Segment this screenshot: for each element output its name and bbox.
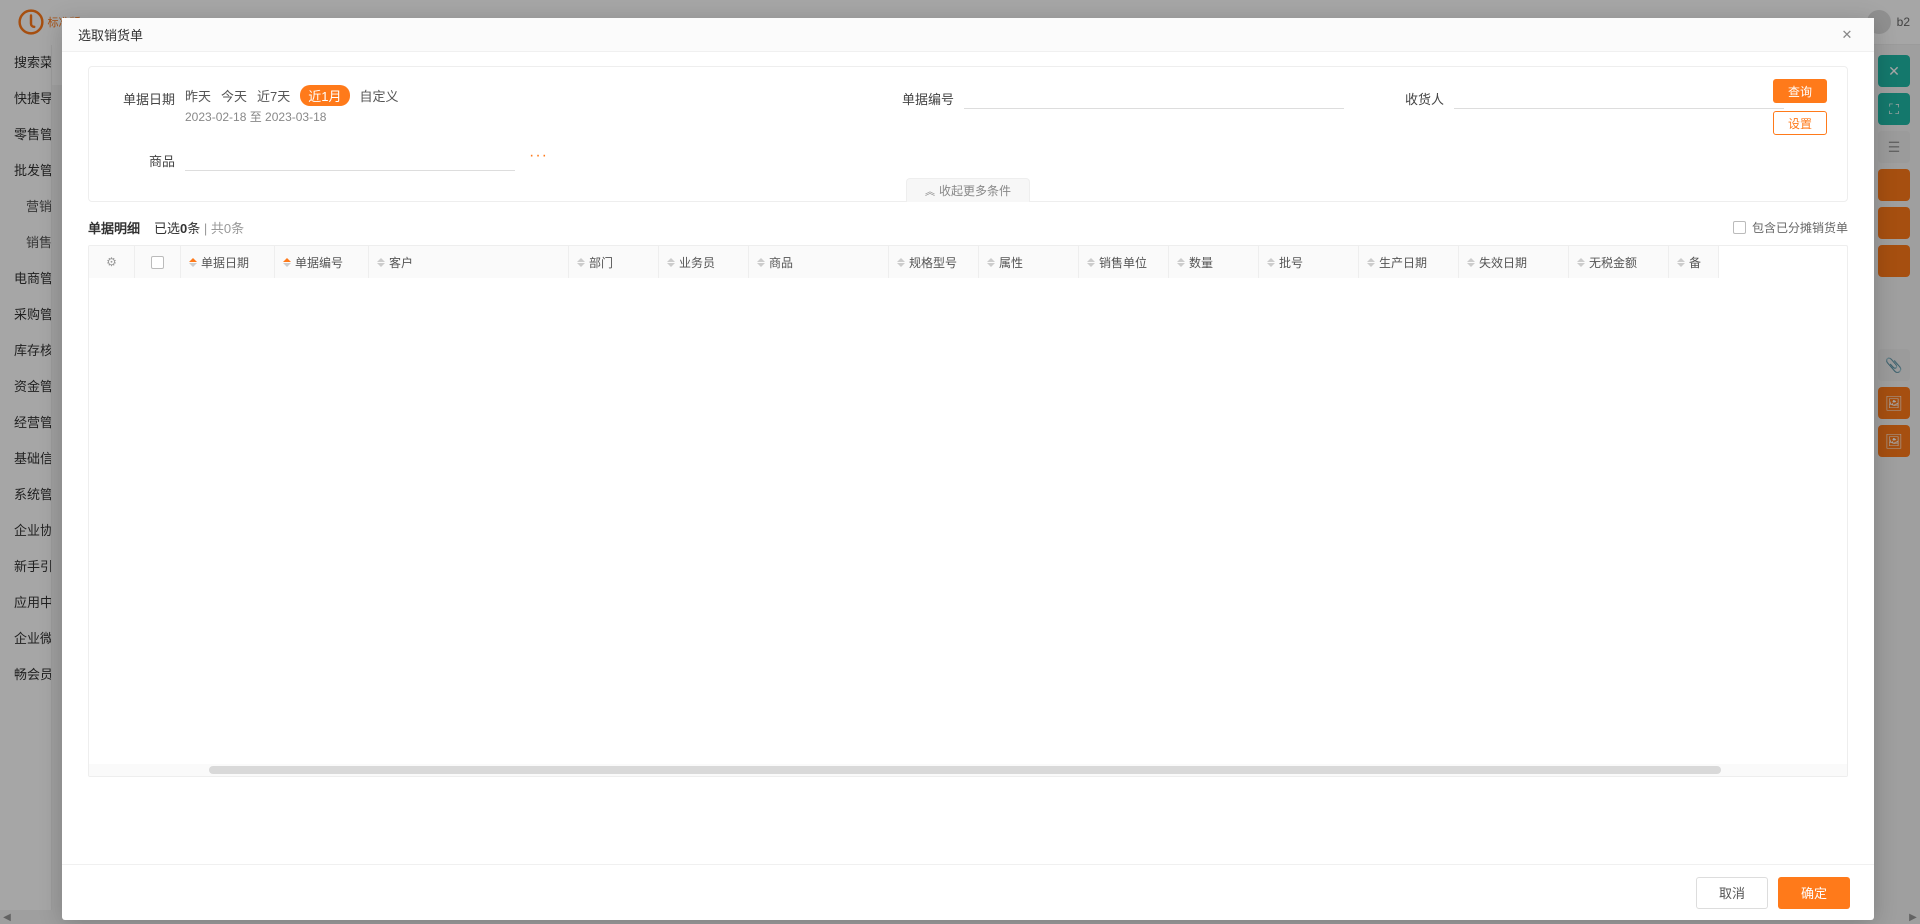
col-notax[interactable]: 无税金额 [1569,246,1669,278]
col-label: 失效日期 [1479,254,1527,271]
col-qty[interactable]: 数量 [1169,246,1259,278]
confirm-button[interactable]: 确定 [1778,877,1850,909]
sort-icon [1467,258,1475,267]
filter-goods-label: 商品 [115,147,175,170]
col-label: 无税金额 [1589,254,1637,271]
filter-date-label: 单据日期 [115,85,175,108]
filter-code-label: 单据编号 [894,85,954,108]
col-label: 部门 [589,254,613,271]
col-cust[interactable]: 客户 [369,246,569,278]
col-label: 备 [1689,254,1701,271]
col-unit[interactable]: 销售单位 [1079,246,1169,278]
gear-icon: ⚙ [106,255,117,269]
col-label: 单据编号 [295,254,343,271]
col-label: 客户 [389,254,413,271]
date-option-4[interactable]: 自定义 [360,86,399,105]
col-goods[interactable]: 商品 [749,246,889,278]
filter-panel: 单据日期 昨天今天近7天近1月自定义 2023-02-18 至 2023-03-… [88,66,1848,202]
cancel-button[interactable]: 取消 [1696,877,1768,909]
checkbox-icon [1733,221,1746,234]
chevron-up-icon: ︽ [925,183,935,198]
receiver-input[interactable] [1454,85,1784,109]
col-label: 生产日期 [1379,254,1427,271]
col-pdate[interactable]: 生产日期 [1359,246,1459,278]
col-label: 销售单位 [1099,254,1147,271]
sort-icon [189,258,197,267]
filter-receiver: 收货人 ··· [1384,85,1821,109]
select-all-checkbox[interactable] [151,256,164,269]
sort-icon [377,258,385,267]
col-label: 单据日期 [201,254,249,271]
table-body-empty [89,278,1847,764]
detail-tab[interactable]: 单据明细 [88,218,140,237]
col-date[interactable]: 单据日期 [181,246,275,278]
collapse-filters-button[interactable]: ︽ 收起更多条件 [906,178,1030,202]
col-dept[interactable]: 部门 [569,246,659,278]
collapse-filters-label: 收起更多条件 [939,182,1011,199]
sort-icon [667,258,675,267]
date-option-1[interactable]: 今天 [221,86,247,105]
col-edate[interactable]: 失效日期 [1459,246,1569,278]
date-option-0[interactable]: 昨天 [185,86,211,105]
select-sales-order-modal: 选取销货单 ✕ 单据日期 昨天今天近7天近1月自定义 2023-02-18 至 … [62,18,1874,920]
col-attr[interactable]: 属性 [979,246,1079,278]
col-label: 规格型号 [909,254,957,271]
sort-icon [757,258,765,267]
col-chk[interactable] [135,246,181,278]
sort-icon [283,258,291,267]
col-spec[interactable]: 规格型号 [889,246,979,278]
selected-count: 已选0条 | 共0条 [154,218,244,237]
col-gear[interactable]: ⚙ [89,246,135,278]
col-label: 业务员 [679,254,715,271]
sort-icon [1177,258,1185,267]
modal-title: 选取销货单 [78,25,143,44]
filter-code: 单据编号 [894,85,1344,109]
col-sales[interactable]: 业务员 [659,246,749,278]
filter-date: 单据日期 昨天今天近7天近1月自定义 2023-02-18 至 2023-03-… [115,85,399,125]
col-remark[interactable]: 备 [1669,246,1719,278]
code-input[interactable] [964,85,1344,109]
col-batch[interactable]: 批号 [1259,246,1359,278]
settings-button[interactable]: 设置 [1773,111,1827,135]
sort-icon [1677,258,1685,267]
filter-goods: 商品 ··· [115,147,552,171]
sort-icon [897,258,905,267]
sort-icon [987,258,995,267]
sort-icon [1087,258,1095,267]
col-label: 商品 [769,254,793,271]
col-label: 批号 [1279,254,1303,271]
goods-input[interactable] [185,147,515,171]
date-option-3[interactable]: 近1月 [300,85,349,106]
sort-icon [577,258,585,267]
date-range-text: 2023-02-18 至 2023-03-18 [185,108,399,125]
date-option-2[interactable]: 近7天 [257,86,290,105]
filter-receiver-label: 收货人 [1384,85,1444,108]
include-split-checkbox[interactable]: 包含已分摊销货单 [1733,219,1848,236]
sort-icon [1367,258,1375,267]
goods-more-icon[interactable]: ··· [525,147,552,165]
sort-icon [1267,258,1275,267]
col-label: 属性 [999,254,1023,271]
close-icon[interactable]: ✕ [1836,24,1858,46]
include-split-label: 包含已分摊销货单 [1752,219,1848,236]
search-button[interactable]: 查询 [1773,79,1827,103]
col-label: 数量 [1189,254,1213,271]
results-table: ⚙ 单据日期 单据编号 客户 部门 业务员 商品 规格型号 属性 销售单位 数量 批号 生产日期 失效日期… [88,245,1848,777]
sort-icon [1577,258,1585,267]
table-horizontal-scrollbar[interactable] [89,764,1847,776]
col-code[interactable]: 单据编号 [275,246,369,278]
